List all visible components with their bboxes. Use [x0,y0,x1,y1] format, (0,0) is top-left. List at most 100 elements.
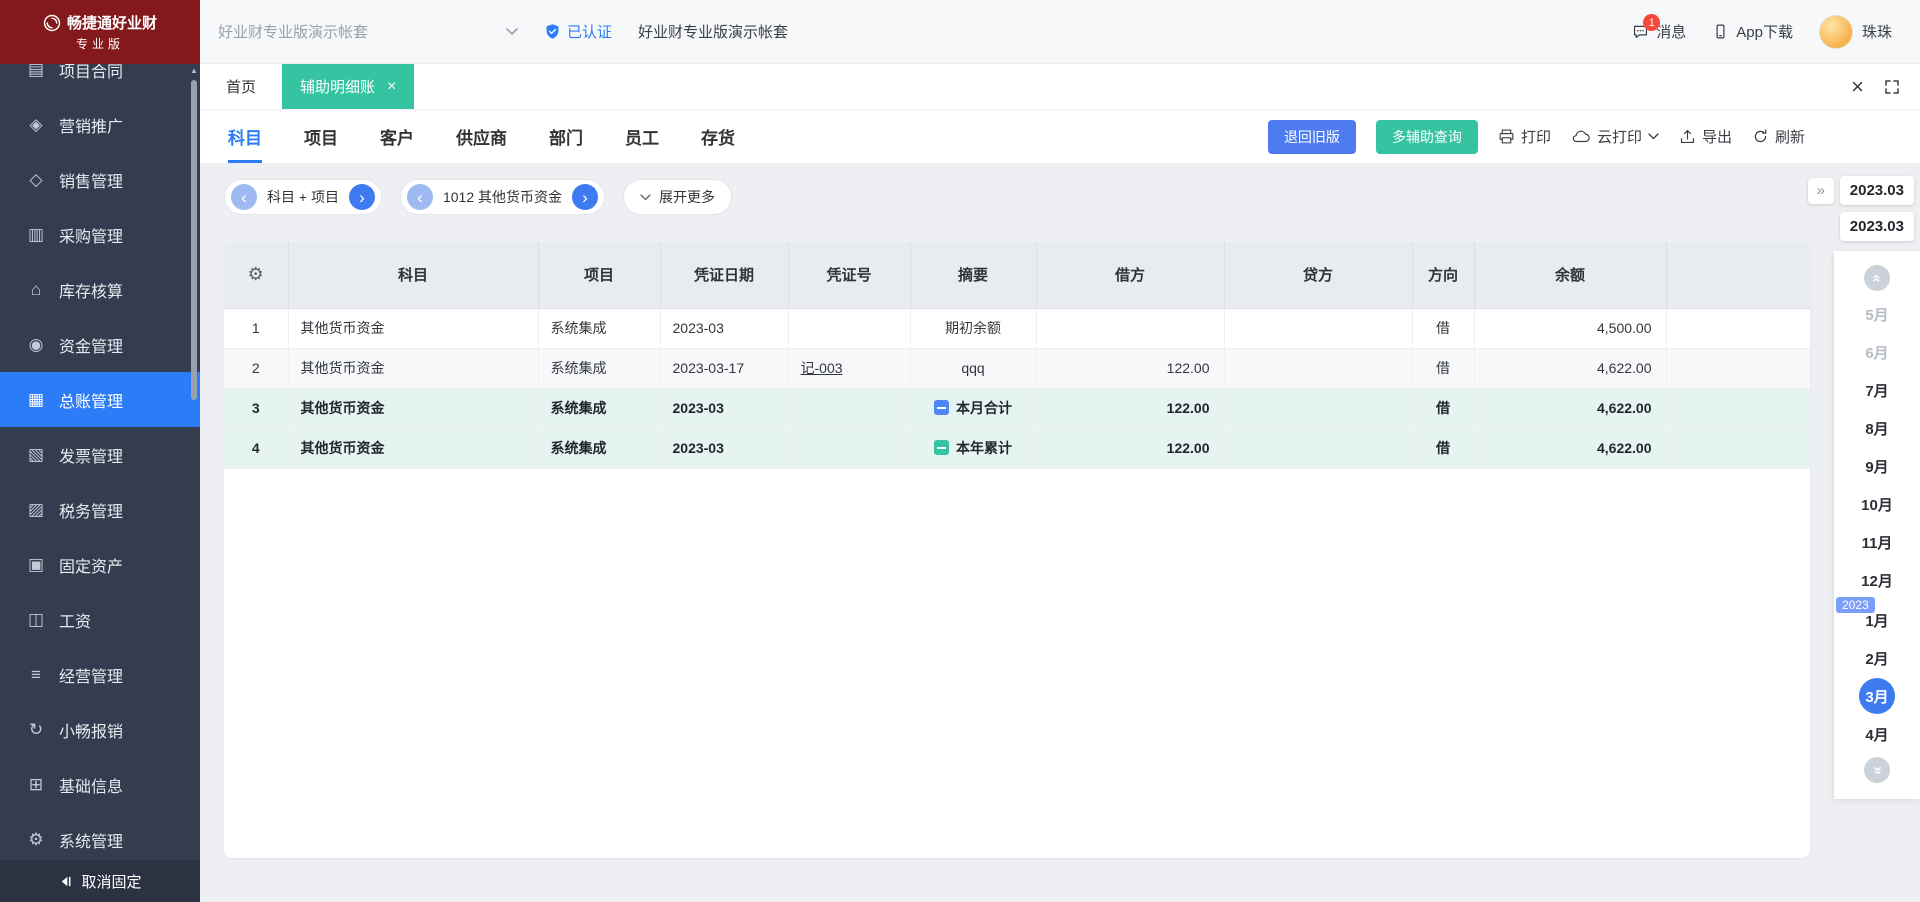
ledger-icon: ▦ [27,389,45,409]
month-3月[interactable]: 3月 [1834,677,1920,715]
sidebar-item-固定资产[interactable]: ▣ 固定资产 [0,537,200,592]
sidebar-item-库存核算[interactable]: ⌂ 库存核算 [0,262,200,317]
export-button[interactable]: 导出 [1679,126,1732,147]
account-set-select[interactable]: 好业财专业版演示帐套 [218,21,518,42]
prev-arrow-icon[interactable]: ‹ [231,184,257,210]
scrollbar-thumb[interactable] [191,80,197,400]
column-settings-icon[interactable]: ⚙ [248,264,264,284]
fullscreen-icon[interactable] [1884,79,1900,95]
nav-tab-存货[interactable]: 存货 [701,110,735,163]
nav-tab-项目[interactable]: 项目 [304,110,338,163]
subnav: 科目 项目 客户 供应商 部门 员工 存货 [228,110,735,163]
sidebar-item-label: 库存核算 [59,283,124,301]
avatar [1818,14,1853,49]
table-row[interactable]: 1 其他货币资金 系统集成 2023-03 期初余额 借 4,500.00 [224,307,1810,349]
phone-icon [1712,23,1729,40]
cloud-print-button[interactable]: 云打印 [1571,126,1659,147]
refresh-icon [1752,128,1769,145]
table-row[interactable]: 3 其他货币资金 系统集成 2023-03 本月合计 122.00 借 4,622.00 [224,387,1810,429]
next-arrow-icon[interactable]: › [572,184,599,210]
tab-home[interactable]: 首页 [200,64,282,109]
sidebar-scrollbar[interactable]: ▲ [189,66,199,856]
dimension-filter[interactable]: ‹ 科目 + 项目 › [224,179,382,215]
sidebar-item-总账管理[interactable]: ▦ 总账管理 [0,372,200,427]
sidebar-item-采购管理[interactable]: ▥ 采购管理 [0,207,200,262]
month-6月[interactable]: 6月 [1834,333,1920,371]
sidebar-item-label: 销售管理 [59,173,124,191]
app-logo: 畅捷通好业财 专业版 [0,0,200,64]
month-label: 8月 [1865,420,1889,438]
next-arrow-icon[interactable]: › [348,184,375,210]
row-index: 2 [224,347,289,389]
collapse-rail-icon[interactable]: » [1807,177,1834,204]
print-label: 打印 [1520,129,1551,146]
sidebar-item-小畅报销[interactable]: ↻ 小畅报销 [0,702,200,757]
month-list: « 5月 6月 7月 8月 9月 10月 11月 12月 2023 1月 2月 3月 4月 « [1834,251,1920,799]
cloud-print-label: 云打印 [1596,129,1642,146]
month-12月[interactable]: 12月 [1834,561,1920,599]
close-icon[interactable]: × [1851,75,1864,98]
tab-assist-detail-ledger[interactable]: 辅助明细账 × [282,64,415,109]
back-old-version-button[interactable]: 退回旧版 [1267,119,1356,154]
cell-voucher-no [787,307,911,349]
month-4月[interactable]: 4月 [1834,715,1920,753]
expand-more-button[interactable]: 展开更多 [623,179,733,215]
cell-balance: 4,622.00 [1473,427,1667,469]
sidebar-item-基础信息[interactable]: ⊞ 基础信息 [0,757,200,812]
refresh-button[interactable]: 刷新 [1752,126,1805,147]
month-9月[interactable]: 9月 [1834,447,1920,485]
nav-tab-部门[interactable]: 部门 [549,110,583,163]
scrollbar-up-icon[interactable]: ▲ [189,66,199,76]
cell-direction: 借 [1411,427,1475,469]
period-label-top[interactable]: 2023.03 [1839,176,1914,205]
unpin-sidebar-button[interactable]: 取消固定 [0,860,200,902]
sidebar-item-经营管理[interactable]: ≡ 经营管理 [0,647,200,702]
sidebar-item-label: 小畅报销 [59,723,124,741]
sidebar-item-发票管理[interactable]: ▧ 发票管理 [0,427,200,482]
month-7月[interactable]: 7月 [1834,371,1920,409]
sidebar-item-销售管理[interactable]: ◇ 销售管理 [0,152,200,207]
nav-tab-科目[interactable]: 科目 [228,110,262,163]
refresh-label: 刷新 [1774,129,1805,146]
unpin-label: 取消固定 [81,873,142,891]
sidebar-item-工资[interactable]: ◫ 工资 [0,592,200,647]
month-5月[interactable]: 5月 [1834,295,1920,333]
messages-button[interactable]: 1 消息 [1632,14,1686,42]
column-header-借方: 借方 [1035,242,1225,309]
column-settings-cell: ⚙ [224,242,289,309]
month-8月[interactable]: 8月 [1834,409,1920,447]
reimburse-icon: ↻ [28,719,44,739]
nav-tab-员工[interactable]: 员工 [625,110,659,163]
nav-tab-客户[interactable]: 客户 [380,110,414,163]
printer-icon [1498,128,1515,145]
nav-tab-供应商[interactable]: 供应商 [456,110,507,163]
cell-balance: 4,622.00 [1473,387,1667,429]
prev-arrow-icon[interactable]: ‹ [406,184,433,210]
month-10月[interactable]: 10月 [1834,485,1920,523]
voucher-link[interactable]: 记-003 [801,360,843,376]
sidebar-item-label: 营销推广 [59,118,124,136]
scroll-up-icon[interactable]: « [1864,265,1890,291]
sidebar-item-营销推广[interactable]: ◈ 营销推广 [0,97,200,152]
user-menu[interactable]: 珠珠 [1818,14,1892,49]
close-tab-icon[interactable]: × [387,78,396,95]
cloud-icon [1571,128,1591,145]
month-2月[interactable]: 2月 [1834,639,1920,677]
period-label-selected[interactable]: 2023.03 [1839,212,1914,241]
scroll-down-icon[interactable]: « [1864,757,1890,783]
cell-voucher-no [787,427,911,469]
print-button[interactable]: 打印 [1498,126,1551,147]
sidebar-item-资金管理[interactable]: ◉ 资金管理 [0,317,200,372]
multi-assist-query-button[interactable]: 多辅助查询 [1375,119,1478,154]
logo-icon [43,14,61,32]
subject-filter[interactable]: ‹ 1012 其他货币资金 › [399,179,606,215]
sidebar-item-税务管理[interactable]: ▨ 税务管理 [0,482,200,537]
table-row[interactable]: 4 其他货币资金 系统集成 2023-03 本年累计 122.00 借 4,622.00 [224,427,1810,469]
table-row[interactable]: 2 其他货币资金 系统集成 2023-03-17 记-003 qqq 122.00 借 4,62… [224,347,1810,389]
sidebar-item-系统管理[interactable]: ⚙ 系统管理 [0,812,200,860]
sidebar-item-label: 发票管理 [59,448,124,466]
cell-voucher-date: 2023-03-17 [659,347,789,389]
app-download-button[interactable]: App下载 [1712,21,1793,42]
sidebar: 畅捷通好业财 专业版 ▤ 项目合同 ◈ 营销推广 ◇ 销售管理 ▥ 采购管理 ⌂ 库存核算 ◉ 资金管… [0,0,200,902]
month-11月[interactable]: 11月 [1834,523,1920,561]
